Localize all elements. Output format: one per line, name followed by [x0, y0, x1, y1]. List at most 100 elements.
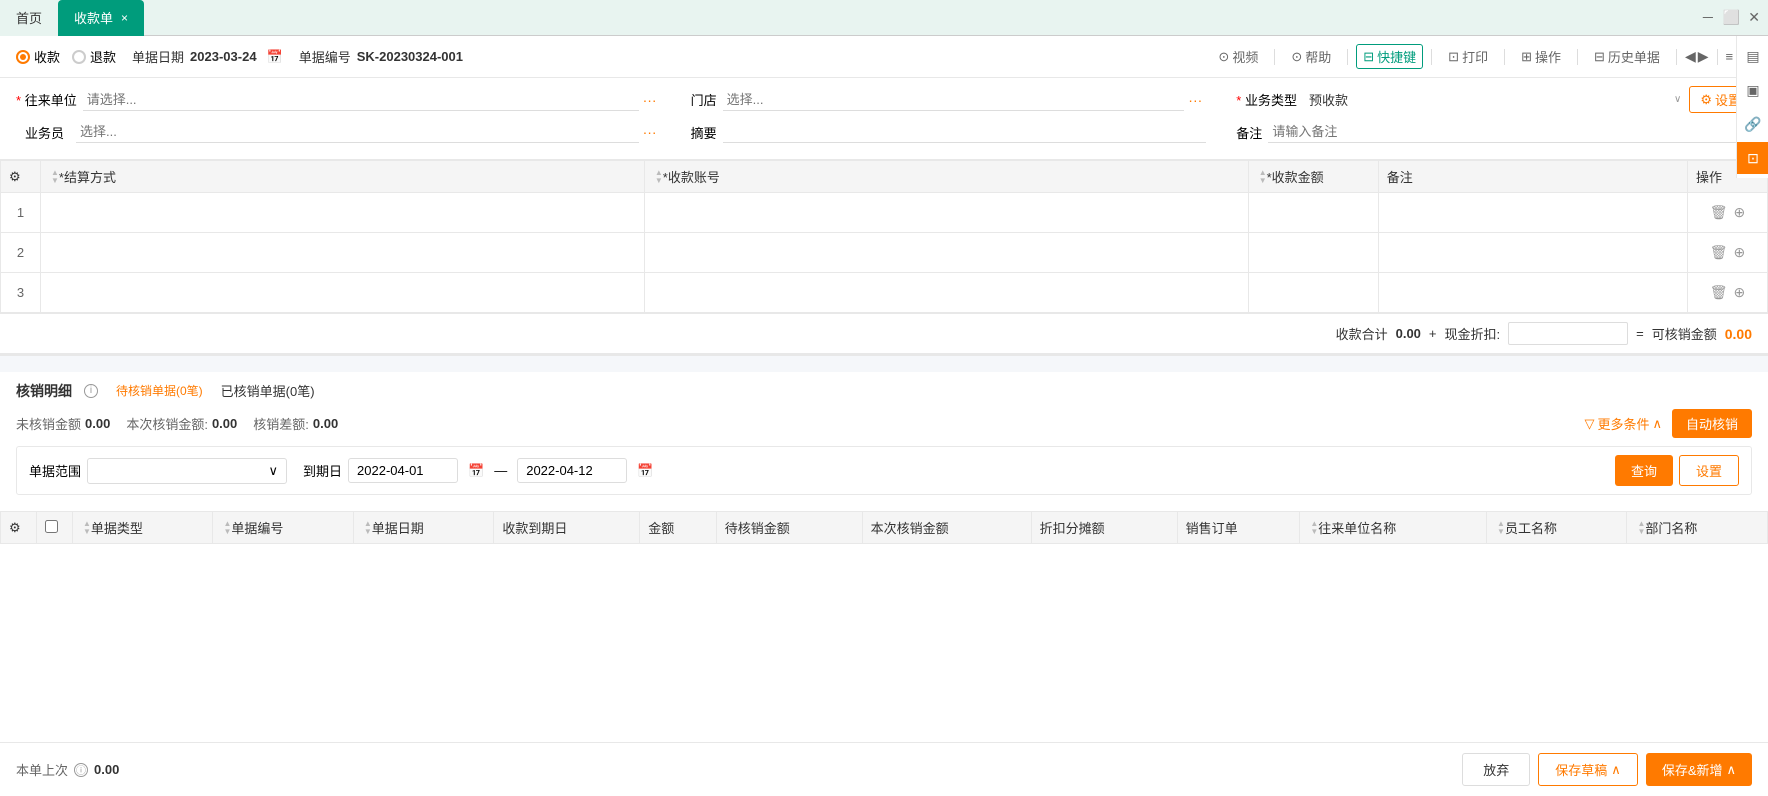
account-no-cell-2[interactable]: [644, 233, 1248, 273]
staff-more-btn[interactable]: ···: [639, 124, 661, 140]
footer-left: 本单上次 ⓘ 0.00: [16, 760, 119, 779]
radio-refund[interactable]: 退款: [72, 47, 116, 66]
save-btn[interactable]: 保存&新增 ∧: [1646, 753, 1752, 786]
table-row: 1 🗑 ⊕: [1, 193, 1768, 233]
staff-field: 业务员 ···: [16, 121, 661, 143]
abandon-btn[interactable]: 放弃: [1462, 753, 1530, 786]
bottom-th-counterpart: ▲▼ 往来单位名称: [1300, 512, 1487, 544]
delete-icon-2[interactable]: 🗑: [1710, 244, 1728, 261]
copy-icon-3[interactable]: ⊕: [1734, 284, 1746, 301]
counterpart-more-btn[interactable]: ···: [639, 92, 661, 108]
bottom-th-settings[interactable]: ⚙: [1, 512, 37, 544]
video-btn[interactable]: ⊙ 视频: [1210, 44, 1266, 69]
right-sidebar: ▤ ▣ 🔗 ⊡: [1736, 36, 1768, 178]
divider2: [1347, 49, 1348, 65]
settle-method-cell-2[interactable]: [41, 233, 645, 273]
layout-list-btn[interactable]: ≡: [1726, 49, 1734, 64]
amount-cell-1[interactable]: [1248, 193, 1378, 233]
table-row: 3 🗑 ⊕: [1, 273, 1768, 313]
radio-receive[interactable]: 收款: [16, 47, 60, 66]
operation-btn[interactable]: ⊞ 操作: [1513, 44, 1569, 69]
history-btn[interactable]: ⊟ 历史单据: [1586, 44, 1668, 69]
sidebar-icon-2[interactable]: ▣: [1737, 74, 1768, 106]
remark-cell-1[interactable]: [1378, 193, 1687, 233]
window-minimize-btn[interactable]: －: [1701, 8, 1715, 28]
delete-icon-3[interactable]: 🗑: [1710, 284, 1728, 301]
draft-btn[interactable]: 保存草稿 ∧: [1538, 753, 1638, 786]
pending-tab[interactable]: 待核销单据(0笔): [110, 380, 209, 401]
table-settings-icon[interactable]: ⚙: [1, 161, 41, 193]
tab-close-icon[interactable]: ×: [121, 11, 128, 25]
divider7: [1717, 49, 1718, 65]
remark-cell-3[interactable]: [1378, 273, 1687, 313]
bottom-th-dept: ▲▼ 部门名称: [1627, 512, 1768, 544]
range-dropdown-icon: ∨: [269, 463, 279, 479]
footer-info-icon[interactable]: ⓘ: [74, 763, 88, 777]
main-container: 收款 退款 单据日期 2023-03-24 📅 单据编号 SK-20230324…: [0, 36, 1768, 796]
current-verify-amount: 本次核销金额: 0.00: [126, 414, 237, 433]
verify-header: 核销明细 i 待核销单据(0笔) 已核销单据(0笔): [16, 380, 1752, 401]
form-area: * 往来单位 ··· 门店 ··· * 业务类型 预收款 ∨: [0, 78, 1768, 160]
date-to-input[interactable]: [517, 458, 627, 483]
bottom-table-wrap: ⚙ ▲▼ 单据类型 ▲▼: [0, 511, 1768, 742]
window-restore-btn[interactable]: ⬜: [1723, 9, 1740, 26]
remark-cell-2[interactable]: [1378, 233, 1687, 273]
shortcut-btn[interactable]: ⊟ 快捷键: [1356, 44, 1423, 69]
table-body: 1 🗑 ⊕ 2: [1, 193, 1768, 313]
shortcut-icon: ⊟: [1363, 49, 1374, 65]
sidebar-icon-1[interactable]: ▤: [1737, 40, 1768, 72]
query-btn[interactable]: 查询: [1615, 455, 1673, 486]
print-btn[interactable]: ⊡ 打印: [1440, 44, 1496, 69]
action-cell-2: 🗑 ⊕: [1688, 233, 1768, 273]
staff-input[interactable]: [76, 121, 639, 143]
date-from-input[interactable]: [348, 458, 458, 483]
nav-prev-btn[interactable]: ◀: [1685, 48, 1696, 65]
verify-section: 核销明细 i 待核销单据(0笔) 已核销单据(0笔) 未核销金额 0.00 本次…: [0, 372, 1768, 511]
verify-info-icon[interactable]: i: [84, 384, 98, 398]
remark-input[interactable]: [1268, 121, 1752, 143]
account-no-cell-1[interactable]: [644, 193, 1248, 233]
copy-icon-2[interactable]: ⊕: [1734, 244, 1746, 261]
counterpart-input[interactable]: [83, 89, 639, 111]
operation-icon: ⊞: [1521, 49, 1532, 65]
settle-method-cell-3[interactable]: [41, 273, 645, 313]
summary-input[interactable]: [723, 121, 1207, 143]
biz-type-dropdown-icon[interactable]: ∨: [1674, 94, 1681, 105]
summary-field: 摘要: [691, 121, 1207, 143]
settle-method-cell-1[interactable]: [41, 193, 645, 233]
amount-cell-3[interactable]: [1248, 273, 1378, 313]
store-more-btn[interactable]: ···: [1184, 92, 1206, 108]
window-close-btn[interactable]: ✕: [1748, 9, 1760, 26]
range-select[interactable]: ∨: [87, 458, 287, 484]
radio-group: 收款 退款: [16, 47, 116, 66]
help-btn[interactable]: ⊙ 帮助: [1283, 44, 1339, 69]
bottom-th-discount: 折扣分摊额: [1031, 512, 1177, 544]
filter-icon: ▽: [1584, 416, 1594, 432]
radio-receive-dot: [16, 50, 30, 64]
auto-verify-btn[interactable]: 自动核销: [1672, 409, 1752, 438]
tab-current[interactable]: 收款单 ×: [58, 0, 144, 36]
form-row-1: * 往来单位 ··· 门店 ··· * 业务类型 预收款 ∨: [16, 86, 1752, 113]
nav-arrows: ◀ ▶: [1685, 48, 1709, 65]
sidebar-icon-4[interactable]: ⊡: [1737, 142, 1768, 174]
th-amount: ▲▼ *收款金额: [1248, 161, 1378, 193]
more-conditions-btn[interactable]: ▽ 更多条件 ∧: [1584, 414, 1662, 433]
calendar-icon[interactable]: 📅: [267, 49, 283, 65]
date-to-icon[interactable]: 📅: [637, 463, 653, 479]
sidebar-icon-3[interactable]: 🔗: [1737, 108, 1768, 140]
store-input[interactable]: [723, 89, 1185, 111]
nav-next-btn[interactable]: ▶: [1698, 48, 1709, 65]
select-all-checkbox[interactable]: [45, 520, 58, 533]
filter-row: 单据范围 ∨ 到期日 📅 — 📅 查询 设置: [16, 446, 1752, 495]
verify-diff: 核销差额: 0.00: [253, 414, 338, 433]
store-field: 门店 ···: [691, 89, 1207, 111]
date-from-icon[interactable]: 📅: [468, 463, 484, 479]
set-btn[interactable]: 设置: [1679, 455, 1739, 486]
account-no-cell-3[interactable]: [644, 273, 1248, 313]
discount-input[interactable]: [1508, 322, 1628, 345]
delete-icon-1[interactable]: 🗑: [1710, 204, 1728, 221]
amount-cell-2[interactable]: [1248, 233, 1378, 273]
tab-home[interactable]: 首页: [0, 0, 58, 36]
bottom-th-doc-type: ▲▼ 单据类型: [73, 512, 213, 544]
copy-icon-1[interactable]: ⊕: [1734, 204, 1746, 221]
